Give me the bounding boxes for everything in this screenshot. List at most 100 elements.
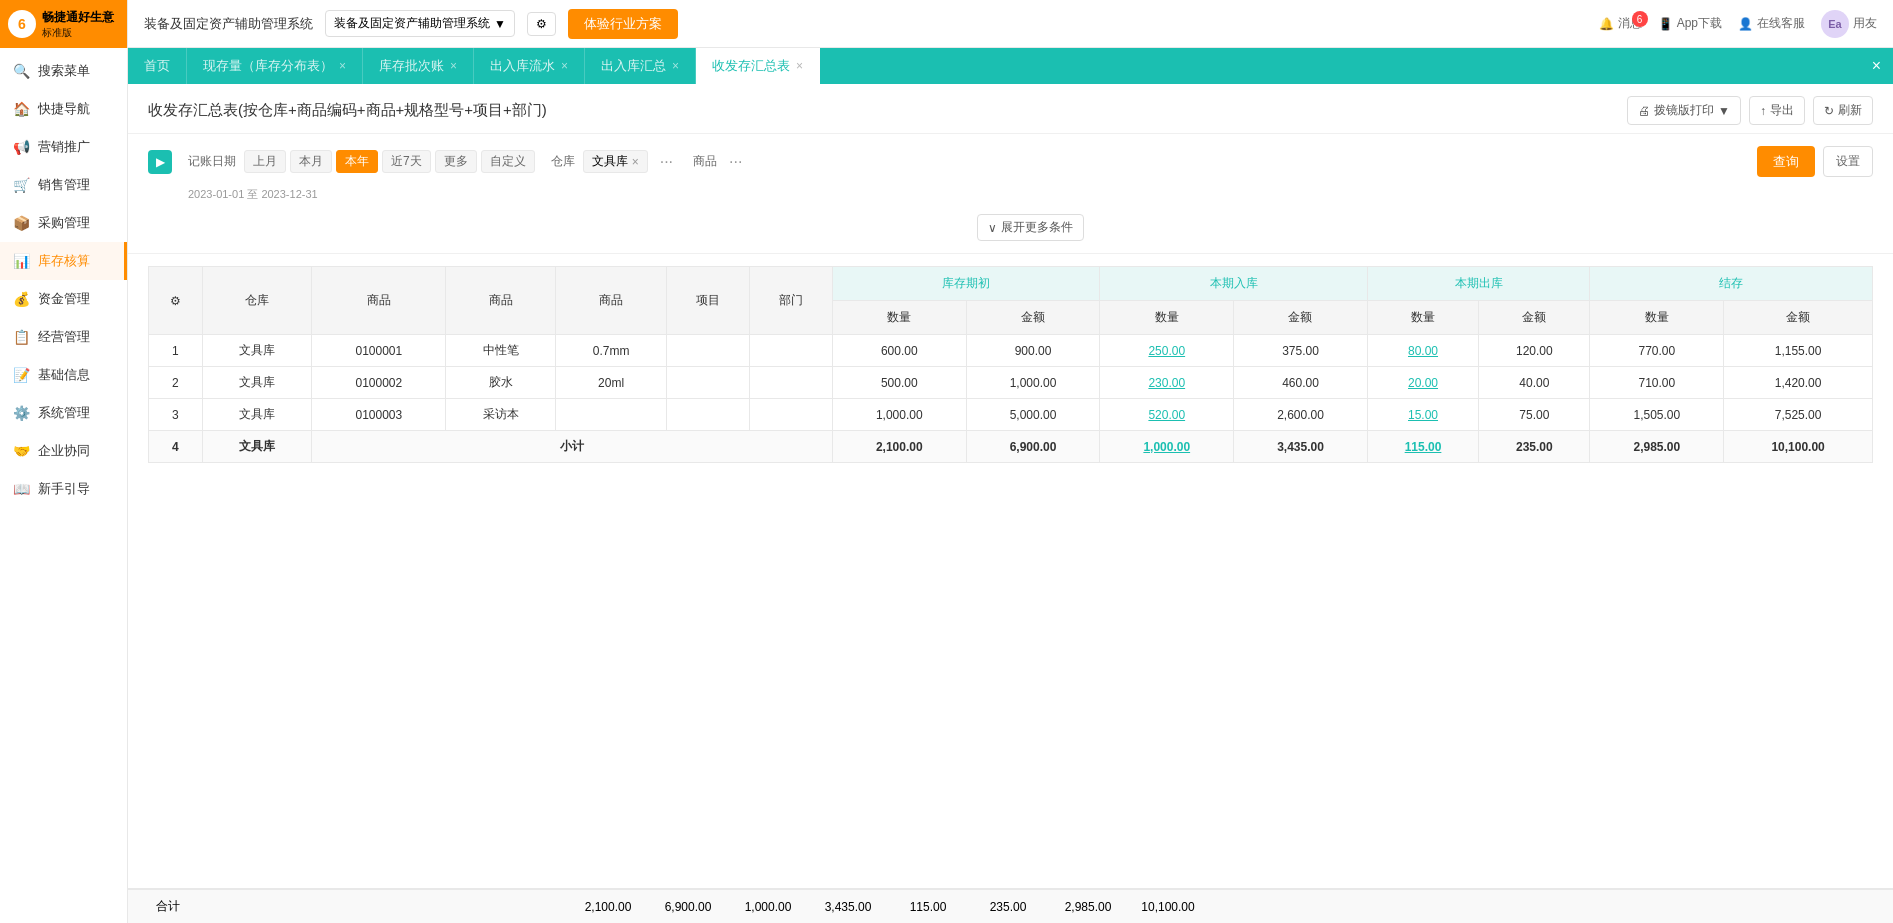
tab-batch-ledger-label: 库存批次账 [379, 57, 444, 75]
col-out-amt-header: 金额 [1479, 301, 1590, 335]
warehouse-tag-close[interactable]: × [632, 155, 639, 169]
gear-settings[interactable]: ⚙ [527, 12, 556, 36]
try-solution-button[interactable]: 体验行业方案 [568, 9, 678, 39]
cell-warehouse: 文具库 [202, 399, 312, 431]
cell-code: 0100002 [312, 367, 446, 399]
cell-in-qty[interactable]: 230.00 [1100, 367, 1234, 399]
cell-out-qty[interactable]: 80.00 [1367, 335, 1478, 367]
cell-in-qty[interactable]: 520.00 [1100, 399, 1234, 431]
cell-name: 胶水 [446, 367, 556, 399]
subtotal-out-qty[interactable]: 115.00 [1367, 431, 1478, 463]
gear-icon[interactable]: ⚙ [170, 294, 181, 308]
settings-button[interactable]: 设置 [1823, 146, 1873, 177]
date-preset-custom[interactable]: 自定义 [481, 150, 535, 173]
date-preset-7days[interactable]: 近7天 [382, 150, 431, 173]
date-presets: 上月 本月 本年 近7天 更多 自定义 [244, 150, 535, 173]
tab-close-icon[interactable]: × [561, 59, 568, 73]
cell-out-qty[interactable]: 15.00 [1367, 399, 1478, 431]
sidebar-item-purchase[interactable]: 📦 采购管理 [0, 204, 127, 242]
app-download-item[interactable]: 📱 App下载 [1658, 15, 1722, 32]
table-row: 1 文具库 0100001 中性笔 0.7mm 600.00 900.00 25… [149, 335, 1873, 367]
sidebar-item-sales[interactable]: 🛒 销售管理 [0, 166, 127, 204]
footer-label: 合计 [148, 898, 568, 915]
print-button[interactable]: 🖨 拨镜版打印 ▼ [1627, 96, 1741, 125]
main-content: 装备及固定资产辅助管理系统 装备及固定资产辅助管理系统 ▼ ⚙ 体验行业方案 🔔… [128, 0, 1893, 923]
cell-spec: 0.7mm [555, 335, 666, 367]
col-warehouse-header: 仓库 [202, 267, 312, 335]
col-opening-header: 库存期初 [832, 267, 1099, 301]
sidebar-item-marketing[interactable]: 📢 营销推广 [0, 128, 127, 166]
table-footer: 合计 2,100.00 6,900.00 1,000.00 3,435.00 1… [128, 888, 1893, 923]
tab-close-icon[interactable]: × [450, 59, 457, 73]
sidebar-item-basic[interactable]: 📝 基础信息 [0, 356, 127, 394]
date-preset-more[interactable]: 更多 [435, 150, 477, 173]
date-preset-this-year[interactable]: 本年 [336, 150, 378, 173]
expand-conditions-button[interactable]: ∨ 展开更多条件 [977, 214, 1084, 241]
table-row: 3 文具库 0100003 采访本 1,000.00 5,000.00 520.… [149, 399, 1873, 431]
cell-in-amt: 2,600.00 [1234, 399, 1368, 431]
warehouse-tag: 文具库 × [583, 150, 648, 173]
filter-toggle-button[interactable]: ▶ [148, 150, 172, 174]
date-preset-this-month[interactable]: 本月 [290, 150, 332, 173]
warehouse-more-button[interactable]: ··· [656, 153, 677, 171]
sidebar-item-operation[interactable]: 📋 经营管理 [0, 318, 127, 356]
cell-spec: 20ml [555, 367, 666, 399]
sidebar-item-system[interactable]: ⚙️ 系统管理 [0, 394, 127, 432]
tab-inout-summary[interactable]: 出入库汇总 × [585, 48, 696, 84]
goods-more-button[interactable]: ··· [725, 153, 746, 171]
sidebar-item-collab[interactable]: 🤝 企业协同 [0, 432, 127, 470]
subtotal-row: 4 文具库 小计 2,100.00 6,900.00 1,000.00 3,43… [149, 431, 1873, 463]
sidebar-item-inventory[interactable]: 📊 库存核算 [0, 242, 127, 280]
footer-closing-amt: 10,100.00 [1128, 900, 1208, 914]
page-content: 收发存汇总表(按仓库+商品编码+商品+规格型号+项目+部门) 🖨 拨镜版打印 ▼… [128, 84, 1893, 888]
export-button[interactable]: ↑ 导出 [1749, 96, 1805, 125]
gear-icon: ⚙ [536, 17, 547, 31]
sidebar-item-guide[interactable]: 📖 新手引导 [0, 470, 127, 508]
date-preset-last-month[interactable]: 上月 [244, 150, 286, 173]
tab-home-label: 首页 [144, 57, 170, 75]
tab-close-icon[interactable]: × [672, 59, 679, 73]
tab-inout-summary-label: 出入库汇总 [601, 57, 666, 75]
cell-name: 采访本 [446, 399, 556, 431]
tab-batch-ledger[interactable]: 库存批次账 × [363, 48, 474, 84]
online-service-item[interactable]: 👤 在线客服 [1738, 15, 1805, 32]
col-closing-qty-header: 数量 [1590, 301, 1724, 335]
col-out-qty-header: 数量 [1367, 301, 1478, 335]
cell-in-qty[interactable]: 250.00 [1100, 335, 1234, 367]
cell-out-qty[interactable]: 20.00 [1367, 367, 1478, 399]
col-in-amt-header: 金额 [1234, 301, 1368, 335]
subtotal-in-qty[interactable]: 1,000.00 [1100, 431, 1234, 463]
cell-closing-qty: 710.00 [1590, 367, 1724, 399]
sidebar-item-finance[interactable]: 💰 资金管理 [0, 280, 127, 318]
cell-project [667, 399, 750, 431]
cell-project [667, 367, 750, 399]
query-button[interactable]: 查询 [1757, 146, 1815, 177]
tab-close-icon[interactable]: × [339, 59, 346, 73]
cell-warehouse: 文具库 [202, 335, 312, 367]
tab-inout-flow[interactable]: 出入库流水 × [474, 48, 585, 84]
topbar-right: 🔔 6 消息 📱 App下载 👤 在线客服 Ea 用友 [1599, 10, 1877, 38]
user-item[interactable]: Ea 用友 [1821, 10, 1877, 38]
export-icon: ↑ [1760, 104, 1766, 118]
cell-dept [750, 367, 833, 399]
goods-label: 商品 [693, 153, 717, 170]
app-download-label: App下载 [1677, 15, 1722, 32]
tab-home[interactable]: 首页 [128, 48, 187, 84]
tab-stock-dist[interactable]: 现存量（库存分布表） × [187, 48, 363, 84]
topbar-left: 装备及固定资产辅助管理系统 装备及固定资产辅助管理系统 ▼ ⚙ 体验行业方案 [144, 9, 678, 39]
notification-item[interactable]: 🔔 6 消息 [1599, 15, 1642, 32]
tab-close-icon[interactable]: × [796, 59, 803, 73]
warehouse-filter-group: 仓库 文具库 × ··· [551, 150, 677, 173]
sidebar-item-search[interactable]: 🔍 搜索菜单 [0, 52, 127, 90]
footer-out-amt: 235.00 [968, 900, 1048, 914]
footer-numbers: 2,100.00 6,900.00 1,000.00 3,435.00 115.… [568, 900, 1873, 914]
system-selector[interactable]: 装备及固定资产辅助管理系统 ▼ [325, 10, 515, 37]
cell-in-amt: 460.00 [1234, 367, 1368, 399]
date-range-display: 2023-01-01 至 2023-12-31 [188, 187, 318, 202]
tab-receive-summary[interactable]: 收发存汇总表 × [696, 48, 820, 84]
cell-warehouse: 文具库 [202, 367, 312, 399]
subtotal-warehouse: 文具库 [202, 431, 312, 463]
refresh-button[interactable]: ↻ 刷新 [1813, 96, 1873, 125]
tabbar-close-button[interactable]: × [1860, 57, 1893, 75]
sidebar-item-quick-nav[interactable]: 🏠 快捷导航 [0, 90, 127, 128]
